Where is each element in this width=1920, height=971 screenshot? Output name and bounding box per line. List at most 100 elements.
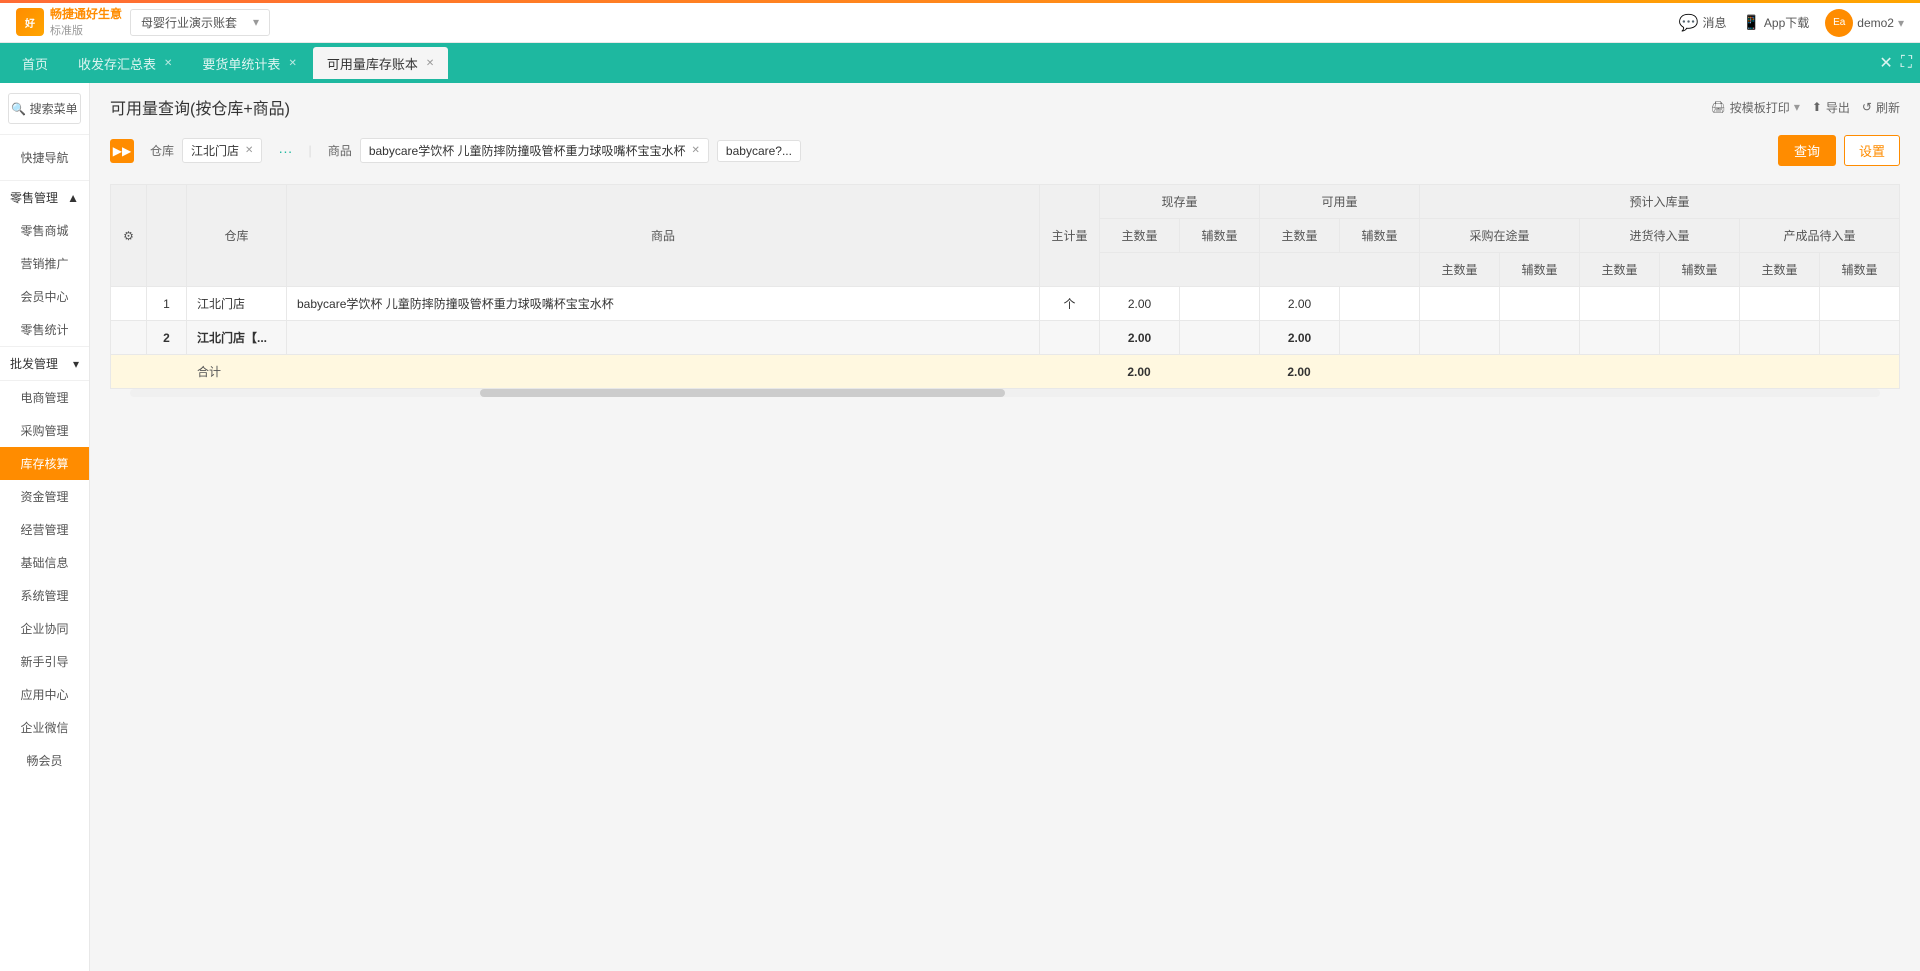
close-icon[interactable]: ✕ (692, 145, 700, 156)
logo-sub: 标准版 (50, 22, 122, 38)
app-download-button[interactable]: 📱 App下载 (1742, 14, 1809, 31)
th-no (147, 185, 187, 287)
filter-bar: ▶▶ 仓库 江北门店 ✕ ··· | 商品 babycare学饮杯 儿童防摔防撞… (90, 127, 1920, 174)
close-icon[interactable]: ✕ (164, 58, 172, 69)
filter-expand-btn[interactable]: ▶▶ (110, 139, 134, 163)
table-scroll-thumb[interactable] (480, 389, 1005, 397)
product-filter-1[interactable]: babycare学饮杯 儿童防摔防撞吸管杯重力球吸嘴杯宝宝水杯 ✕ (360, 138, 709, 163)
th-current-stock: 现存量 (1100, 185, 1260, 219)
sidebar-item-purchase[interactable]: 采购管理 (0, 414, 89, 447)
print-icon: 🖨 (1711, 100, 1726, 114)
sidebar-item-batch-mgmt[interactable]: 批发管理 ▾ (0, 347, 89, 380)
chevron-down-icon: ▾ (1794, 100, 1800, 114)
chevron-down-icon: ▾ (73, 357, 79, 371)
logo-text: 畅捷通好生意 (50, 7, 122, 21)
th-fin-aux: 辅数量 (1820, 253, 1900, 287)
warehouse-filter[interactable]: 江北门店 ✕ (182, 138, 262, 163)
sidebar-item-system[interactable]: 系统管理 (0, 579, 89, 612)
sidebar-item-finance[interactable]: 资金管理 (0, 480, 89, 513)
sidebar-item-retail-mall[interactable]: 零售商城 (0, 214, 89, 247)
product-label: 商品 (328, 142, 352, 159)
sidebar-item-quick-nav[interactable]: 快捷导航 (0, 141, 89, 174)
tab-order-stat[interactable]: 要货单统计表 ✕ (188, 47, 310, 79)
logo-area: 好 畅捷通好生意 标准版 (16, 7, 122, 37)
close-icon[interactable]: ✕ (426, 58, 434, 69)
export-icon: ⬆ (1812, 100, 1822, 114)
footer-available-main: 2.00 (1259, 365, 1339, 379)
sidebar-search: 🔍 搜索菜单 (0, 83, 89, 135)
close-icon[interactable]: ✕ (245, 145, 253, 156)
search-menu-button[interactable]: 🔍 搜索菜单 (8, 93, 81, 124)
filter-more-dots[interactable]: ··· (278, 143, 292, 159)
th-purchase-transit: 采购在途量 (1420, 219, 1580, 253)
top-bar: 好 畅捷通好生意 标准版 母婴行业演示账套 ▾ 💬 消息 📱 App下载 Ea … (0, 3, 1920, 43)
sidebar-item-marketing[interactable]: 营销推广 (0, 247, 89, 280)
th-inc-main: 主数量 (1580, 253, 1660, 287)
page-header: 可用量查询(按仓库+商品) 🖨 按模板打印 ▾ ⬆ 导出 ↺ 刷新 (90, 83, 1920, 127)
table-container: ⚙ 仓库 商品 主计量 现存量 可用量 预计入库量 主数量 辅数量 主数量 (90, 174, 1920, 971)
data-table: ⚙ 仓库 商品 主计量 现存量 可用量 预计入库量 主数量 辅数量 主数量 (110, 184, 1900, 355)
page-title: 可用量查询(按仓库+商品) (110, 95, 290, 119)
th-warehouse: 仓库 (187, 185, 287, 287)
th-cur-main2 (1100, 253, 1260, 287)
nav-tabs: 首页 收发存汇总表 ✕ 要货单统计表 ✕ 可用量库存账本 ✕ ✕ ⛶ (0, 43, 1920, 83)
user-area[interactable]: Ea demo2 ▾ (1825, 9, 1904, 37)
industry-selector[interactable]: 母婴行业演示账套 ▾ (130, 9, 270, 36)
th-settings: ⚙ (111, 185, 147, 287)
refresh-button[interactable]: ↺ 刷新 (1862, 99, 1900, 116)
search-icon: 🔍 (11, 102, 29, 116)
sidebar-item-wechat[interactable]: 企业微信 (0, 711, 89, 744)
table-scrollbar[interactable] (130, 389, 1880, 397)
footer-current-main: 2.00 (1099, 365, 1179, 379)
sidebar-item-ecommerce[interactable]: 电商管理 (0, 381, 89, 414)
filter-divider: | (308, 143, 311, 158)
sidebar-item-new-guide[interactable]: 新手引导 (0, 645, 89, 678)
th-current-aux: 辅数量 (1180, 219, 1260, 253)
warehouse-label: 仓库 (150, 142, 174, 159)
sidebar-item-vip[interactable]: 畅会员 (0, 744, 89, 777)
tab-available-stock[interactable]: 可用量库存账本 ✕ (313, 47, 448, 79)
app-download-icon: 📱 (1742, 14, 1759, 31)
query-button[interactable]: 查询 (1778, 135, 1836, 166)
sidebar-item-member[interactable]: 会员中心 (0, 280, 89, 313)
sidebar-nav: 快捷导航 (0, 135, 89, 181)
chevron-up-icon: ▲ (67, 191, 79, 205)
th-expected-in: 预计入库量 (1420, 185, 1900, 219)
th-pur-main: 主数量 (1420, 253, 1500, 287)
table-row: 1 江北门店 babycare学饮杯 儿童防摔防撞吸管杯重力球吸嘴杯宝宝水杯 个… (111, 287, 1900, 321)
sidebar-item-enterprise[interactable]: 企业协同 (0, 612, 89, 645)
footer-label: 合计 (187, 363, 287, 380)
th-fin-main: 主数量 (1740, 253, 1820, 287)
setting-button[interactable]: 设置 (1844, 135, 1900, 166)
logo-icon: 好 (16, 8, 44, 36)
export-button[interactable]: ⬆ 导出 (1812, 99, 1850, 116)
close-all-icon[interactable]: ✕ (1879, 53, 1892, 73)
th-available: 可用量 (1260, 185, 1420, 219)
tab-home[interactable]: 首页 (8, 47, 62, 79)
sidebar-item-retail-stat[interactable]: 零售统计 (0, 313, 89, 346)
th-unit: 主计量 (1040, 185, 1100, 287)
chevron-down-icon: ▾ (1898, 16, 1904, 30)
chevron-down-icon: ▾ (253, 15, 259, 29)
close-icon[interactable]: ✕ (288, 58, 296, 69)
th-finished-pending: 产成品待入量 (1740, 219, 1900, 253)
sidebar-item-app-center[interactable]: 应用中心 (0, 678, 89, 711)
sidebar-item-inventory[interactable]: 库存核算 (0, 447, 89, 480)
print-button[interactable]: 🖨 按模板打印 ▾ (1711, 99, 1800, 116)
product-filter-2[interactable]: babycare?... (717, 140, 801, 162)
th-inc-aux: 辅数量 (1660, 253, 1740, 287)
chat-button[interactable]: 💬 消息 (1679, 13, 1727, 33)
sidebar-section-retail: 零售管理 ▲ 零售商城 营销推广 会员中心 零售统计 (0, 181, 89, 347)
th-incoming-pending: 进货待入量 (1580, 219, 1740, 253)
table-footer: 合计 2.00 2.00 (110, 355, 1900, 389)
page-actions: 🖨 按模板打印 ▾ ⬆ 导出 ↺ 刷新 (1711, 99, 1900, 116)
sidebar-item-basic-info[interactable]: 基础信息 (0, 546, 89, 579)
tab-receipt[interactable]: 收发存汇总表 ✕ (64, 47, 186, 79)
sidebar: 🔍 搜索菜单 快捷导航 零售管理 ▲ 零售商城 营销推广 会员中心 (0, 83, 90, 971)
fullscreen-icon[interactable]: ⛶ (1901, 54, 1912, 72)
th-current-main: 主数量 (1100, 219, 1180, 253)
settings-icon[interactable]: ⚙ (123, 229, 134, 243)
th-pur-aux: 辅数量 (1500, 253, 1580, 287)
sidebar-item-retail-mgmt[interactable]: 零售管理 ▲ (0, 181, 89, 214)
sidebar-item-operation[interactable]: 经营管理 (0, 513, 89, 546)
